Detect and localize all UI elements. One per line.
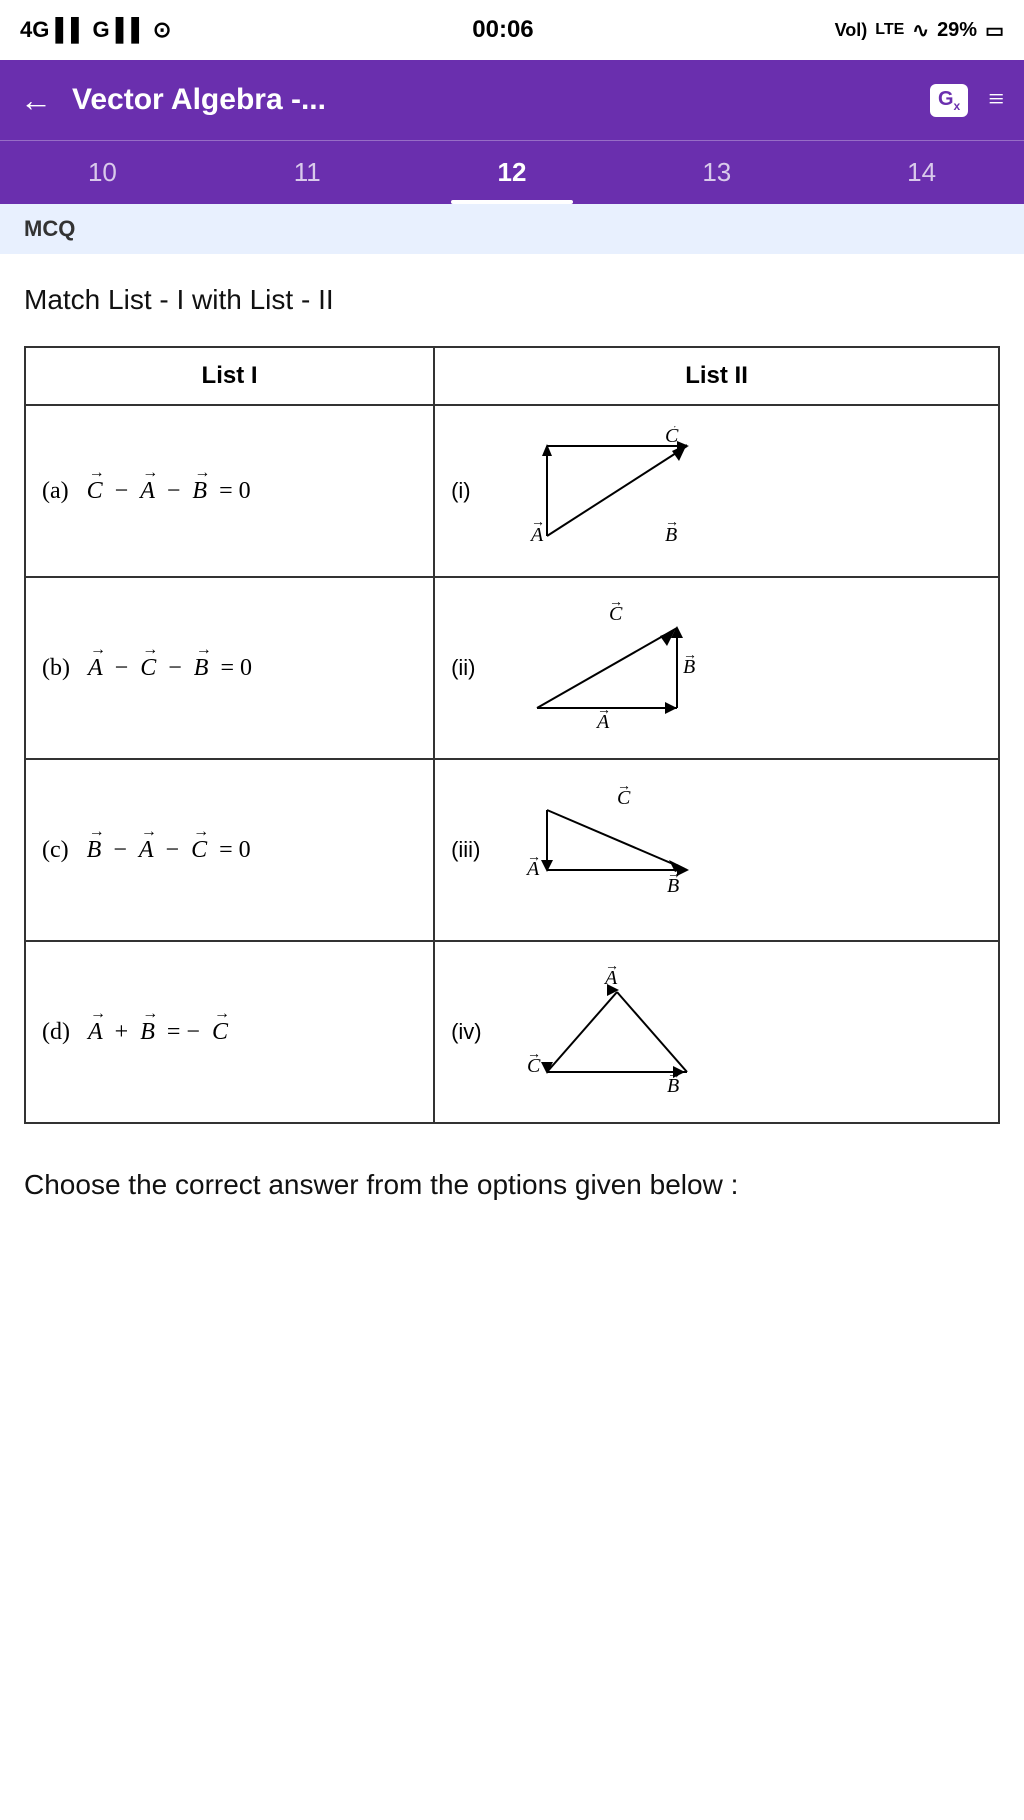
svg-text:→: → [605,962,619,973]
vol-icon: Vol) [835,20,868,41]
question-title: Match List - I with List - II [24,284,1000,316]
list2-cell-iii: (iii) [434,759,999,941]
network1-label: 4G [20,17,49,43]
svg-text:→: → [667,1065,681,1081]
row-label-iv: (iv) [451,1019,501,1045]
list2-row-iv: (iv) [451,962,982,1102]
svg-text:→: → [665,513,679,529]
battery-icon: ▭ [985,18,1004,43]
translate-button[interactable]: Gx [930,84,968,117]
svg-text:→: → [527,848,541,864]
tab-bar: 10 11 12 13 14 [0,140,1024,204]
mcq-label: MCQ [24,216,75,241]
list2-header: List II [434,347,999,405]
list2-row-ii: (ii) [451,598,982,738]
tab-10[interactable]: 10 [0,141,205,204]
tab-11[interactable]: 11 [205,141,410,204]
svg-text:→: → [617,780,631,793]
signal2-icon: ▌▌ [116,17,147,43]
match-table: List I List II (a) → C − [24,346,1000,1124]
status-network: 4G ▌▌ G ▌▌ ⊙ [20,17,171,43]
svg-text:→: → [667,865,681,881]
expr-c: (c) → B − → A − → C [42,825,417,875]
network2-label: G [93,17,110,43]
svg-text:→: → [665,426,679,431]
expr-a: (a) → C − → A − → [42,466,417,516]
list2-row-i: (i) [451,426,982,556]
table-row: (b) → A − → C − → B [25,577,999,759]
status-right-group: Vol) LTE ∿ 29% ▭ [835,18,1004,43]
content-area: Match List - I with List - II List I Lis… [0,254,1024,1236]
figure-ii: A → B → C → [517,598,982,738]
toolbar: ← Vector Algebra -... Gx ≡ [0,60,1024,140]
label-d: (d) [42,1019,82,1045]
svg-text:→: → [531,513,545,529]
list1-cell-b: (b) → A − → C − → B [25,577,434,759]
row-label-iii: (iii) [451,837,501,863]
list2-cell-ii: (ii) [434,577,999,759]
label-a: (a) [42,478,81,504]
lte-label: LTE [875,21,904,39]
svg-text:→: → [597,701,611,717]
mcq-label-bar: MCQ [0,204,1024,254]
list1-cell-a: (a) → C − → A − → [25,405,434,577]
battery-label: 29% [937,19,977,42]
menu-button[interactable]: ≡ [988,84,1004,116]
wifi-icon: ∿ [912,18,929,43]
svg-text:→: → [527,1045,541,1061]
list2-cell-i: (i) [434,405,999,577]
list1-cell-c: (c) → B − → A − → C [25,759,434,941]
table-row: (c) → B − → A − → C [25,759,999,941]
figure-iii: C → A → B → [517,780,982,920]
tab-14[interactable]: 14 [819,141,1024,204]
status-time: 00:06 [472,16,533,44]
toolbar-actions: Gx ≡ [930,84,1004,117]
svg-text:→: → [683,646,697,662]
status-bar: 4G ▌▌ G ▌▌ ⊙ 00:06 Vol) LTE ∿ 29% ▭ [0,0,1024,60]
figure-iv: A → C → B → [517,962,982,1102]
label-c: (c) [42,837,81,863]
expr-d: (d) → A + → B = − → C [42,1007,417,1057]
list1-cell-d: (d) → A + → B = − → C [25,941,434,1123]
label-b: (b) [42,655,82,681]
row-label-ii: (ii) [451,655,501,681]
table-row: (d) → A + → B = − → C [25,941,999,1123]
list2-cell-iv: (iv) [434,941,999,1123]
page-title: Vector Algebra -... [72,83,930,117]
signal1-icon: ▌▌ [55,17,86,43]
figure-i: A → C → B → [517,426,982,556]
tab-12[interactable]: 12 [410,141,615,204]
bottom-text: Choose the correct answer from the optio… [24,1164,1000,1206]
voicemail-icon: ⊙ [153,17,171,43]
svg-text:→: → [609,598,623,609]
back-button[interactable]: ← [20,82,52,119]
expr-b: (b) → A − → C − → B [42,643,417,693]
row-label-i: (i) [451,478,501,504]
list1-header: List I [25,347,434,405]
table-row: (a) → C − → A − → [25,405,999,577]
tab-13[interactable]: 13 [614,141,819,204]
list2-row-iii: (iii) [451,780,982,920]
